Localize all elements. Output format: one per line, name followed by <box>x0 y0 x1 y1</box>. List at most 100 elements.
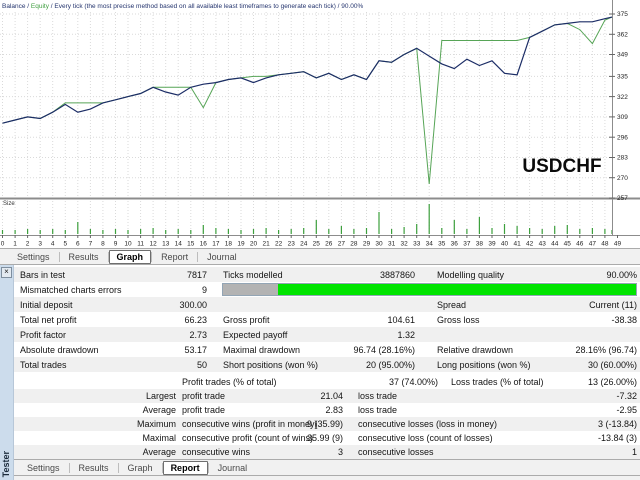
tester-tabbar-report-view: Settings Results Graph Report Journal <box>14 459 640 476</box>
x-tick-label: 26 <box>325 241 333 248</box>
tester-graph-pane: 375 362 349 335 322 309 296 283 270 257 0 1 2 3 4 5 6 7 8 9… <box>0 0 640 248</box>
report-value2: 104.61 <box>387 314 415 325</box>
size-bar <box>265 228 267 234</box>
tab-journal[interactable]: Journal <box>209 462 257 474</box>
size-bar <box>278 230 280 234</box>
x-tick-label: 34 <box>426 241 434 248</box>
tab-results[interactable]: Results <box>70 462 118 474</box>
x-tick-label: 24 <box>300 241 308 248</box>
y-tick-label: 257 <box>617 195 628 202</box>
report-label2: Gross profit <box>223 314 270 325</box>
x-tick-label: 30 <box>375 241 383 248</box>
report-label2: consecutive wins <box>182 447 251 457</box>
x-tick-label: 27 <box>338 241 346 248</box>
x-tick-label: 17 <box>212 241 220 248</box>
x-tick-label: 21 <box>262 241 270 248</box>
y-tick-label: 270 <box>617 175 628 182</box>
size-bar <box>140 229 142 234</box>
legend-method: / Every tick (the most precise method ba… <box>49 3 364 10</box>
size-bar <box>152 228 154 234</box>
size-bar <box>240 230 242 234</box>
report-value1: 9 <box>201 284 207 295</box>
report-value1: 53.17 <box>184 344 207 355</box>
size-bar <box>416 224 418 234</box>
x-tick-label: 20 <box>250 241 258 248</box>
report-value3: -7.32 <box>616 391 637 401</box>
y-tick-label: 362 <box>617 32 628 39</box>
size-bar <box>252 229 255 234</box>
tab-graph[interactable]: Graph <box>108 249 152 264</box>
size-bar <box>202 225 204 234</box>
tab-settings[interactable]: Settings <box>18 462 69 474</box>
symbol-watermark: USDCHF <box>522 156 601 177</box>
legend-balance: Balance <box>2 3 26 10</box>
x-tick-label: 46 <box>576 241 584 248</box>
report-row: Maximal consecutive profit (count of wins… <box>14 431 640 445</box>
x-tick-label: 10 <box>124 241 132 248</box>
x-tick-label: 22 <box>275 241 283 248</box>
y-axis-line <box>612 0 613 235</box>
size-bar <box>579 229 581 234</box>
x-tick-label: 39 <box>488 241 496 248</box>
report-value3: 1 <box>631 447 637 457</box>
report-value3: 30 (60.00%) <box>587 359 637 370</box>
size-bar <box>391 229 393 234</box>
pane-separator <box>0 197 640 200</box>
size-bar <box>541 229 543 234</box>
size-bar <box>39 230 41 234</box>
x-tick-label: 35 <box>438 241 446 248</box>
modelling-quality-bar-unmodelled <box>223 284 278 295</box>
y-tick-label: 349 <box>617 52 628 59</box>
report-label3: Long positions (won %) <box>437 359 531 370</box>
size-bar <box>114 229 117 234</box>
x-tick-label: 5 <box>63 241 67 248</box>
close-tester-button[interactable]: × <box>1 267 12 278</box>
size-bar <box>190 230 192 234</box>
report-qual: Largest <box>145 391 176 401</box>
size-bar <box>215 228 217 234</box>
size-bar <box>77 222 79 234</box>
size-pane-label: Size <box>3 201 15 207</box>
report-value2: 3887860 <box>379 269 415 280</box>
report-row: Maximum consecutive wins (profit in money… <box>14 417 640 431</box>
tab-report[interactable]: Report <box>152 251 197 263</box>
report-row: Initial deposit 300.00 Spread Current (11) <box>14 297 640 312</box>
balance-equity-chart: 3753623493353223092962832702570 1 2 3 4 5 6 7 8 9… <box>0 0 640 248</box>
size-bar <box>102 230 104 234</box>
report-label3: Modelling quality <box>437 269 505 280</box>
tab-report[interactable]: Report <box>162 460 208 475</box>
size-bar <box>604 229 606 234</box>
x-tick-label: 13 <box>162 241 170 248</box>
chart-legend: Balance / Equity / Every tick (the most … <box>2 3 364 10</box>
x-axis-line <box>0 235 640 236</box>
size-bar <box>165 230 167 234</box>
y-tick-label: 375 <box>617 11 628 18</box>
report-label3: Spread <box>437 299 467 310</box>
report-label2: Short positions (won %) <box>223 359 319 370</box>
tab-results[interactable]: Results <box>60 251 108 263</box>
x-tick-label: 38 <box>476 241 484 248</box>
size-bar <box>290 229 292 234</box>
size-bar <box>441 228 443 234</box>
report-qual: Maximal <box>142 433 176 443</box>
size-bar <box>466 229 468 234</box>
modelling-quality-bar-fill <box>277 284 636 295</box>
x-tick-label: 32 <box>400 241 408 248</box>
report-label2: consecutive wins (profit in money) <box>182 419 318 429</box>
report-label1: Profit factor <box>20 329 67 340</box>
modelling-quality-bar <box>222 283 637 296</box>
tab-settings[interactable]: Settings <box>8 251 59 263</box>
tab-journal[interactable]: Journal <box>198 251 246 263</box>
x-tick-label: 33 <box>413 241 421 248</box>
report-value2: 20 (95.00%) <box>365 359 415 370</box>
report-qual: Average <box>142 405 176 415</box>
x-tick-label: 1 <box>13 241 17 248</box>
tab-graph[interactable]: Graph <box>119 462 162 474</box>
report-label3: consecutive losses <box>358 447 434 457</box>
size-bar <box>89 229 91 234</box>
size-bar <box>303 228 305 234</box>
report-label3: Loss trades (% of total) <box>451 377 544 387</box>
y-tick-label: 296 <box>617 134 628 141</box>
size-bar <box>14 230 16 234</box>
x-tick-label: 8 <box>101 241 105 248</box>
